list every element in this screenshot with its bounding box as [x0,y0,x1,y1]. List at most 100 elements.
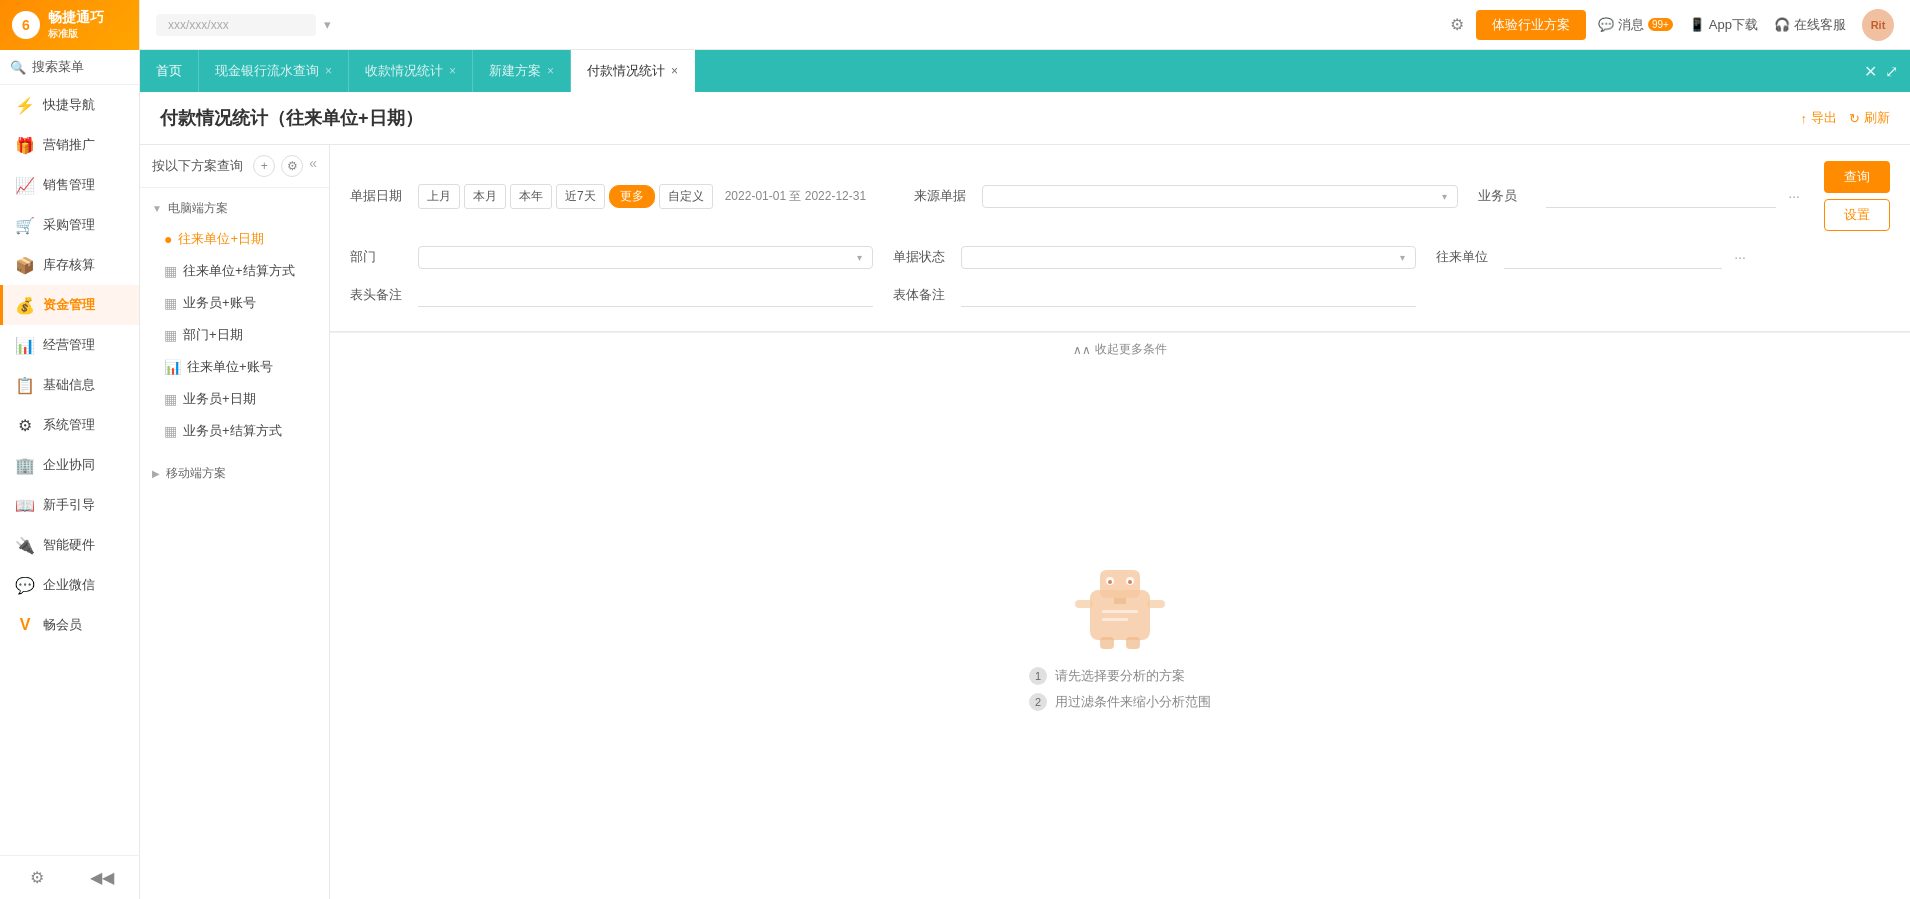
scheme-item-partner-account[interactable]: 📊 往来单位+账号 [140,351,329,383]
scheme-item-staff-settlement[interactable]: ▦ 业务员+结算方式 [140,415,329,447]
scheme-settings-btn[interactable]: ⚙ [281,155,303,177]
tab-new-scheme-close[interactable]: × [547,64,554,78]
doc-status-select[interactable]: ▾ [961,246,1416,269]
scheme-item-partner-date[interactable]: ● 往来单位+日期 [140,223,329,255]
svg-point-4 [1108,580,1112,584]
trial-button[interactable]: 体验行业方案 [1476,10,1586,40]
empty-state: 1 请先选择要分析的方案 2 用过滤条件来缩小分析范围 [1029,555,1211,711]
sidebar-item-finance[interactable]: 💰 资金管理 [0,285,139,325]
last-month-btn[interactable]: 上月 [418,184,460,209]
query-button[interactable]: 查询 [1824,161,1890,193]
desktop-arrow-icon: ▼ [152,203,162,214]
settings-button[interactable]: 设置 [1824,199,1890,231]
tab-payment-stats-close[interactable]: × [671,64,678,78]
tab-payment-stats[interactable]: 付款情况统计 × [571,50,695,92]
guide-icon: 📖 [15,495,35,515]
topbar-gear-icon[interactable]: ⚙ [1450,15,1464,34]
body-note-label: 表体备注 [893,286,953,304]
finance-icon: 💰 [15,295,35,315]
sidebar-logo: 6 畅捷通巧 标准版 [0,0,139,50]
sidebar-item-basic[interactable]: 📋 基础信息 [0,365,139,405]
source-doc-arrow-icon: ▾ [1442,191,1447,202]
address-bar: xxx/xxx/xxx ▾ [156,14,1438,36]
messages-btn[interactable]: 💬 消息 99+ [1598,16,1673,34]
company-icon: 🏢 [15,455,35,475]
doc-status-arrow-icon: ▾ [1400,252,1405,263]
partner-dots-icon[interactable]: ··· [1730,249,1750,265]
scheme-item-dept-date[interactable]: ▦ 部门+日期 [140,319,329,351]
tab-cash-flow-close[interactable]: × [325,64,332,78]
address-chevron-icon[interactable]: ▾ [324,17,331,32]
this-year-btn[interactable]: 本年 [510,184,552,209]
tabbar-expand-btn[interactable]: ⤢ [1885,62,1898,81]
online-service-btn[interactable]: 🎧 在线客服 [1774,16,1846,34]
marketing-icon: 🎁 [15,135,35,155]
empty-steps: 1 请先选择要分析的方案 2 用过滤条件来缩小分析范围 [1029,667,1211,711]
salesperson-field: 业务员 ··· [1478,184,1804,208]
salesperson-dots-icon[interactable]: ··· [1784,188,1804,204]
filter-area: 单据日期 上月 本月 本年 近7天 更多 自定义 2022-01-01 至 20… [330,145,1910,899]
sidebar-settings-btn[interactable]: ⚙ [8,864,66,891]
inventory-icon: 📦 [15,255,35,275]
salesperson-input[interactable] [1546,184,1777,208]
sidebar-item-member[interactable]: V 畅会员 [0,605,139,645]
sidebar-item-company[interactable]: 🏢 企业协同 [0,445,139,485]
sidebar-item-hardware[interactable]: 🔌 智能硬件 [0,525,139,565]
sidebar-item-quick-nav[interactable]: ⚡ 快捷导航 [0,85,139,125]
sidebar-item-marketing[interactable]: 🎁 营销推广 [0,125,139,165]
tab-cash-flow[interactable]: 现金银行流水查询 × [199,50,349,92]
sidebar-item-inventory[interactable]: 📦 库存核算 [0,245,139,285]
body-note-input[interactable] [961,283,1416,307]
scheme-active-icon: ● [164,231,172,247]
data-area: 1 请先选择要分析的方案 2 用过滤条件来缩小分析范围 [330,366,1910,899]
scheme-panel: 按以下方案查询 + ⚙ « ▼ 电脑端方案 ● 往来单位+日期 [140,145,330,899]
page-title: 付款情况统计（往来单位+日期） [160,106,423,130]
svg-rect-8 [1147,600,1165,608]
source-doc-field: 来源单据 ▾ [914,185,1458,208]
sidebar-item-sales[interactable]: 📈 销售管理 [0,165,139,205]
sidebar-item-wechat[interactable]: 💬 企业微信 [0,565,139,605]
tab-new-scheme[interactable]: 新建方案 × [473,50,571,92]
scheme-item-partner-settlement[interactable]: ▦ 往来单位+结算方式 [140,255,329,287]
sidebar-collapse-btn[interactable]: ◀◀ [74,864,132,891]
sidebar-item-system[interactable]: ⚙ 系统管理 [0,405,139,445]
scheme-add-btn[interactable]: + [253,155,275,177]
hardware-icon: 🔌 [15,535,35,555]
tab-receipt-stats[interactable]: 收款情况统计 × [349,50,473,92]
collapse-bar[interactable]: ∧∧ 收起更多条件 [330,332,1910,366]
tab-receipt-stats-close[interactable]: × [449,64,456,78]
svg-rect-6 [1114,598,1126,604]
more-btn[interactable]: 更多 [609,185,655,208]
search-menu-item[interactable]: 🔍 搜索菜单 [0,50,139,85]
sidebar-item-guide[interactable]: 📖 新手引导 [0,485,139,525]
user-avatar[interactable]: Rit [1862,9,1894,41]
export-btn[interactable]: ↑ 导出 [1801,109,1838,127]
member-icon: V [15,615,35,635]
sales-icon: 📈 [15,175,35,195]
last-7-days-btn[interactable]: 近7天 [556,184,605,209]
dept-select[interactable]: ▾ [418,246,873,269]
scheme-collapse-btn[interactable]: « [309,155,317,177]
export-icon: ↑ [1801,111,1808,126]
partner-input[interactable] [1504,245,1722,269]
source-doc-select[interactable]: ▾ [982,185,1458,208]
tab-home[interactable]: 首页 [140,50,199,92]
custom-btn[interactable]: 自定义 [659,184,713,209]
this-month-btn[interactable]: 本月 [464,184,506,209]
svg-rect-9 [1100,637,1114,649]
svg-rect-11 [1102,610,1138,613]
scheme-group-mobile-title[interactable]: ▶ 移动端方案 [140,459,329,488]
refresh-btn[interactable]: ↻ 刷新 [1849,109,1890,127]
scheme-item-staff-date[interactable]: ▦ 业务员+日期 [140,383,329,415]
scheme-item-staff-account[interactable]: ▦ 业务员+账号 [140,287,329,319]
search-icon: 🔍 [10,60,26,75]
app-download-btn[interactable]: 📱 App下载 [1689,16,1758,34]
sidebar-item-purchase[interactable]: 🛒 采购管理 [0,205,139,245]
svg-rect-10 [1126,637,1140,649]
sidebar-item-operation[interactable]: 📊 经营管理 [0,325,139,365]
tabbar-close-btn[interactable]: ✕ [1864,62,1877,81]
header-note-input[interactable] [418,283,873,307]
scheme-group-desktop-title[interactable]: ▼ 电脑端方案 [140,194,329,223]
partner-field: 往来单位 ··· [1436,245,1750,269]
date-label: 单据日期 [350,187,410,205]
